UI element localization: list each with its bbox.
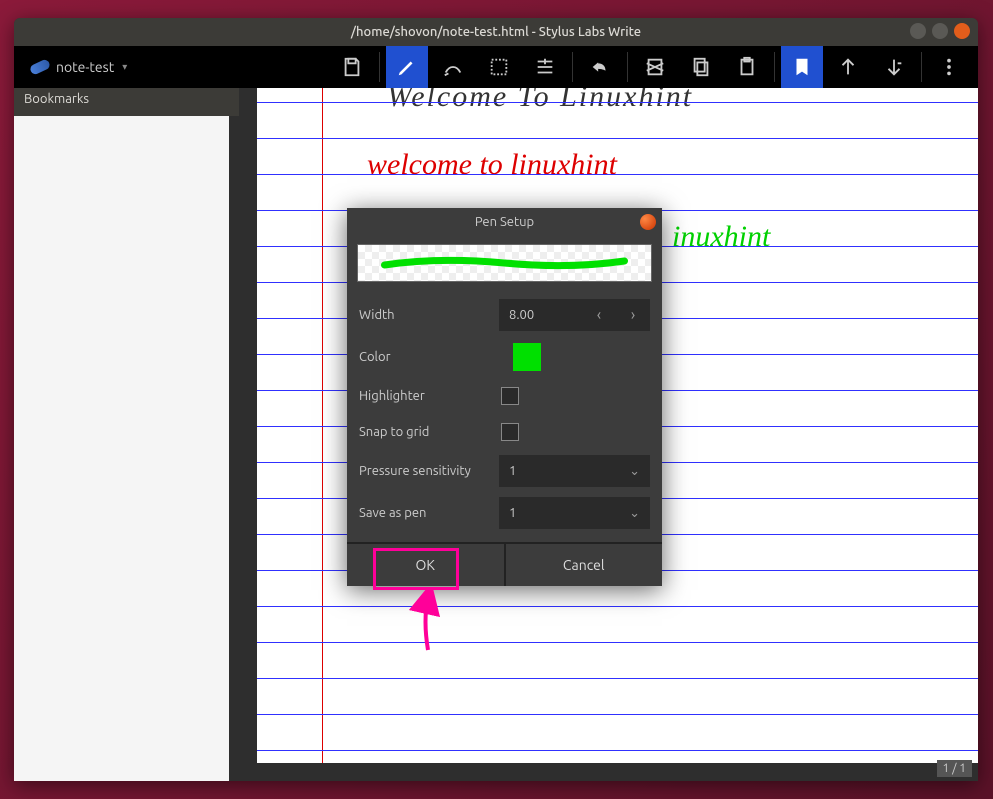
dialog-title: Pen Setup: [475, 215, 534, 229]
color-label: Color: [359, 350, 487, 364]
rule-line: [257, 678, 978, 679]
rule-line: [257, 606, 978, 607]
width-decrease-button[interactable]: ‹: [582, 299, 616, 331]
dialog-body: Width 8.00 ‹ › Color Highlighter Snap to…: [347, 236, 662, 534]
pen-icon: [29, 58, 51, 76]
prev-page-button[interactable]: [827, 46, 869, 88]
saveas-row: Save as pen 1 ⌄: [347, 492, 662, 534]
stroke-tool-button[interactable]: [432, 46, 474, 88]
ok-button[interactable]: OK: [347, 544, 504, 586]
window-title: /home/shovon/note-test.html - Stylus Lab…: [351, 25, 641, 39]
chevron-down-icon: ⌄: [629, 506, 640, 521]
rule-line: [257, 642, 978, 643]
bookmark-button[interactable]: [781, 46, 823, 88]
chevron-down-icon: ▾: [122, 61, 127, 73]
width-row: Width 8.00 ‹ ›: [347, 294, 662, 336]
select-tool-button[interactable]: [478, 46, 520, 88]
cut-button[interactable]: [634, 46, 676, 88]
copy-button[interactable]: [680, 46, 722, 88]
handwriting-line-3: inuxhint: [672, 220, 770, 254]
highlighter-checkbox[interactable]: [501, 387, 519, 405]
titlebar[interactable]: /home/shovon/note-test.html - Stylus Lab…: [14, 18, 978, 46]
window-controls: [910, 23, 970, 39]
width-label: Width: [359, 308, 487, 322]
saveas-label: Save as pen: [359, 506, 487, 520]
saveas-value: 1: [509, 506, 516, 520]
save-button[interactable]: [331, 46, 373, 88]
sidebar-header: Bookmarks: [14, 88, 239, 116]
snap-row: Snap to grid: [347, 414, 662, 450]
insert-space-button[interactable]: [524, 46, 566, 88]
saveas-select[interactable]: 1 ⌄: [499, 497, 650, 529]
toolbar: note-test ▾: [14, 46, 978, 88]
page-indicator: 1 / 1: [937, 760, 972, 777]
handwriting-line-2: welcome to linuxhint: [367, 148, 617, 182]
color-swatch[interactable]: [513, 343, 541, 371]
rule-line: [257, 174, 978, 175]
highlighter-label: Highlighter: [359, 389, 487, 403]
rule-line: [257, 102, 978, 103]
pressure-select[interactable]: 1 ⌄: [499, 455, 650, 487]
width-increase-button[interactable]: ›: [616, 299, 650, 331]
pressure-row: Pressure sensitivity 1 ⌄: [347, 450, 662, 492]
rule-line: [257, 714, 978, 715]
pressure-label: Pressure sensitivity: [359, 464, 487, 478]
clipboard-button[interactable]: [726, 46, 768, 88]
overflow-menu-button[interactable]: [928, 46, 970, 88]
dialog-buttons: OK Cancel: [347, 542, 662, 586]
snap-label: Snap to grid: [359, 425, 487, 439]
document-name: note-test: [56, 59, 114, 75]
dialog-titlebar[interactable]: Pen Setup: [347, 208, 662, 236]
snap-checkbox[interactable]: [501, 423, 519, 441]
minimize-button[interactable]: [910, 23, 926, 39]
bookmarks-list[interactable]: [14, 116, 239, 781]
maximize-button[interactable]: [932, 23, 948, 39]
handwriting-line-1: Welcome To Linuxhint: [387, 88, 693, 114]
pen-preview: [357, 244, 652, 282]
sidebar: Bookmarks: [14, 88, 239, 781]
width-value: 8.00: [499, 308, 582, 322]
pressure-value: 1: [509, 464, 516, 478]
dialog-close-button[interactable]: [640, 214, 656, 230]
undo-button[interactable]: [579, 46, 621, 88]
highlighter-row: Highlighter: [347, 378, 662, 414]
pen-tool-button[interactable]: [386, 46, 428, 88]
next-page-button[interactable]: [873, 46, 915, 88]
chevron-down-icon: ⌄: [629, 464, 640, 479]
rule-line: [257, 138, 978, 139]
close-button[interactable]: [954, 23, 970, 39]
cancel-button[interactable]: Cancel: [504, 544, 663, 586]
width-spinner[interactable]: 8.00 ‹ ›: [499, 299, 650, 331]
document-selector[interactable]: note-test ▾: [22, 59, 135, 75]
pen-setup-dialog: Pen Setup Width 8.00 ‹ › Color Highlight…: [347, 208, 662, 586]
rule-line: [257, 750, 978, 751]
color-row: Color: [347, 336, 662, 378]
